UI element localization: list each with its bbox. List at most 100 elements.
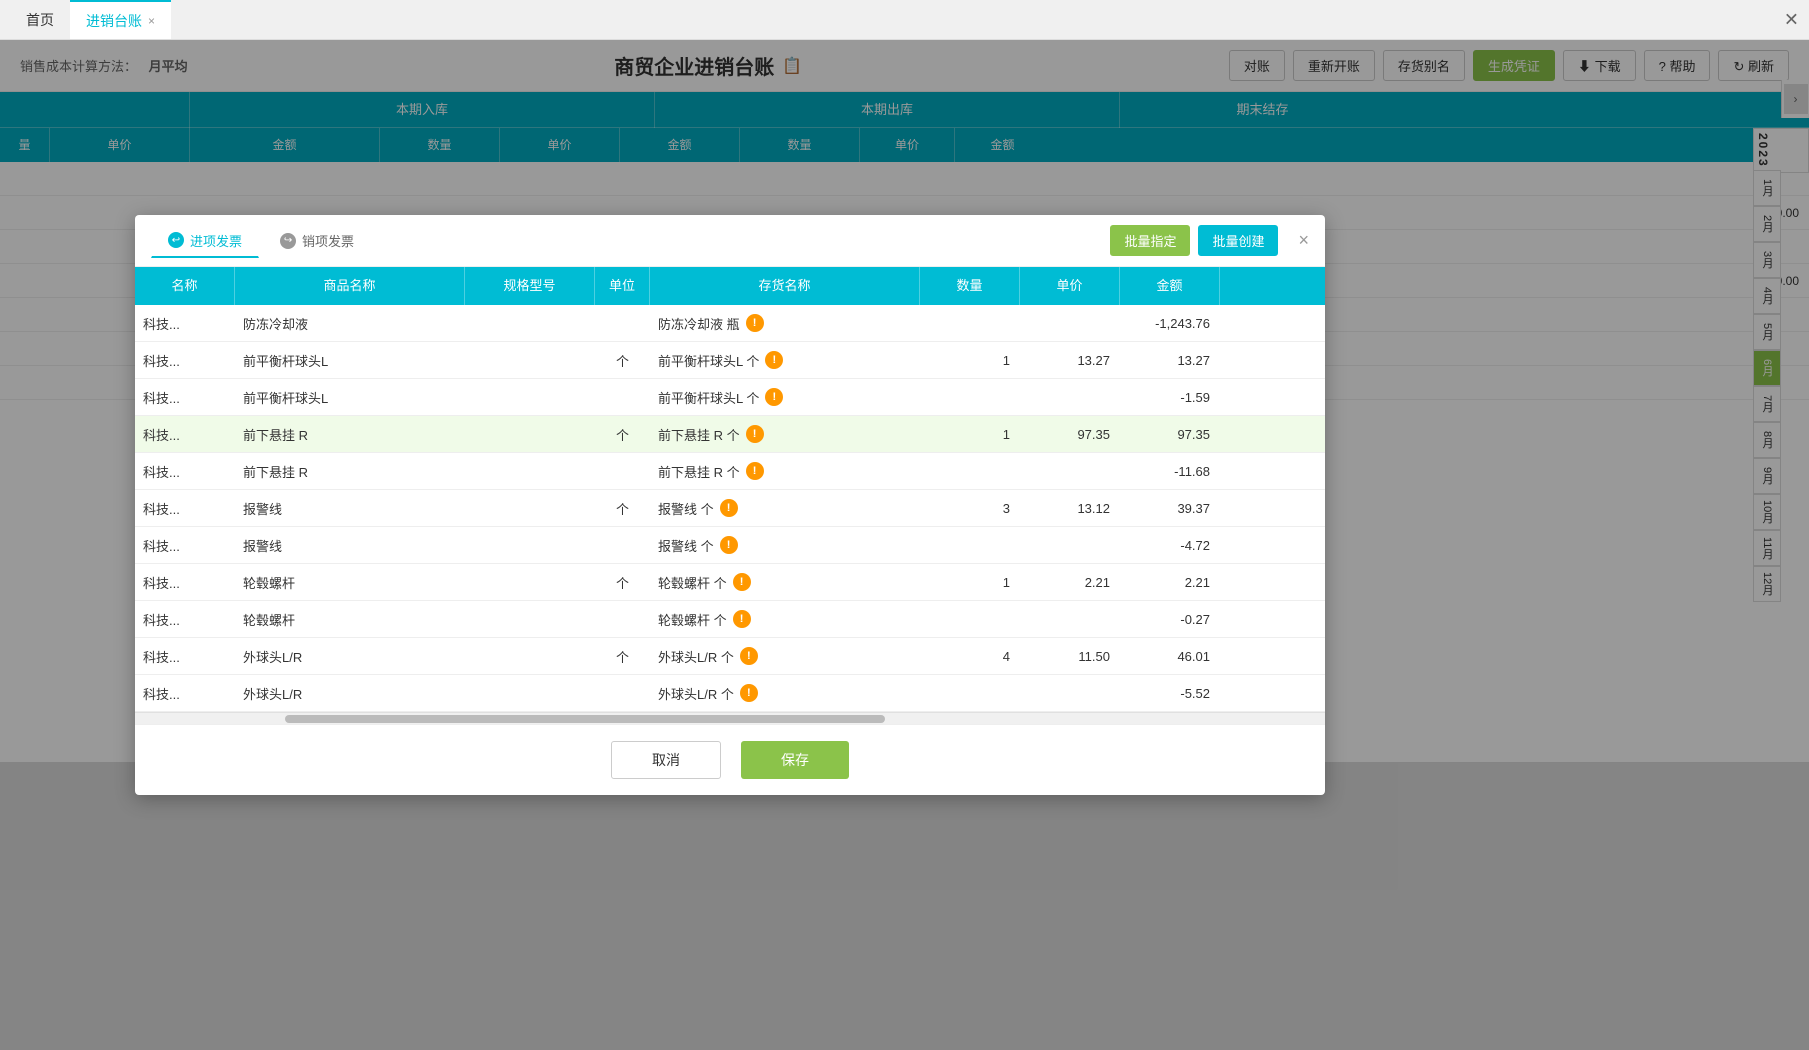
- warning-icon: !: [765, 388, 783, 406]
- top-bar: 首页 进销台账 × ✕: [0, 0, 1809, 40]
- table-row[interactable]: 科技... 外球头L/R 个 外球头L/R 个 ! 4 11.50 46.01: [135, 638, 1325, 675]
- tab-home[interactable]: 首页: [10, 0, 70, 39]
- td-unit: 个: [595, 351, 650, 370]
- td-inventory: 轮毂螺杆 个 !: [650, 573, 920, 592]
- th-unit: 单位: [595, 267, 650, 305]
- warning-icon: !: [765, 351, 783, 369]
- th-product-name: 商品名称: [235, 267, 465, 305]
- warning-icon: !: [720, 536, 738, 554]
- td-inventory: 外球头L/R 个 !: [650, 647, 920, 666]
- sales-tab-label: 销项发票: [302, 231, 354, 250]
- table-row[interactable]: 科技... 报警线 报警线 个 ! -4.72: [135, 527, 1325, 564]
- window-close-button[interactable]: ✕: [1784, 9, 1799, 30]
- td-amount: 46.01: [1120, 649, 1220, 664]
- table-row[interactable]: 科技... 前平衡杆球头L 前平衡杆球头L 个 ! -1.59: [135, 379, 1325, 416]
- tab-purchase-invoice[interactable]: ↩ 进项发票: [151, 224, 259, 258]
- batch-create-button[interactable]: 批量创建: [1198, 225, 1278, 256]
- td-quantity: 4: [920, 649, 1020, 664]
- modal-table-body: 科技... 防冻冷却液 防冻冷却液 瓶 ! -1,243.76 科技... 前平…: [135, 305, 1325, 712]
- td-name: 科技...: [135, 536, 235, 555]
- td-name: 科技...: [135, 573, 235, 592]
- td-unit: 个: [595, 647, 650, 666]
- td-name: 科技...: [135, 425, 235, 444]
- inventory-text: 外球头L/R 个: [658, 647, 734, 666]
- td-price: 13.12: [1020, 501, 1120, 516]
- td-amount: 13.27: [1120, 353, 1220, 368]
- td-name: 科技...: [135, 610, 235, 629]
- inventory-text: 前平衡杆球头L 个: [658, 351, 759, 370]
- purchase-tab-label: 进项发票: [190, 231, 242, 250]
- table-row[interactable]: 科技... 防冻冷却液 防冻冷却液 瓶 ! -1,243.76: [135, 305, 1325, 342]
- table-row[interactable]: 科技... 前平衡杆球头L 个 前平衡杆球头L 个 ! 1 13.27 13.2…: [135, 342, 1325, 379]
- warning-icon: !: [746, 425, 764, 443]
- table-row[interactable]: 科技... 报警线 个 报警线 个 ! 3 13.12 39.37: [135, 490, 1325, 527]
- td-product: 外球头L/R: [235, 647, 465, 666]
- inventory-text: 轮毂螺杆 个: [658, 573, 727, 592]
- save-button[interactable]: 保存: [741, 741, 849, 779]
- modal-table-header: 名称 商品名称 规格型号 单位 存货名称 数量 单价 金额: [135, 267, 1325, 305]
- batch-assign-button[interactable]: 批量指定: [1110, 225, 1190, 256]
- td-inventory: 报警线 个 !: [650, 536, 920, 555]
- th-unit-price: 单价: [1020, 267, 1120, 305]
- modal-close-button[interactable]: ×: [1298, 230, 1309, 251]
- th-amount: 金额: [1120, 267, 1220, 305]
- modal-horizontal-scrollbar[interactable]: [135, 712, 1325, 724]
- inventory-text: 前平衡杆球头L 个: [658, 388, 759, 407]
- tab-home-label: 首页: [26, 10, 54, 30]
- modal-actions: 批量指定 批量创建: [1110, 225, 1278, 256]
- td-name: 科技...: [135, 647, 235, 666]
- td-price: 2.21: [1020, 575, 1120, 590]
- table-row[interactable]: 科技... 前下悬挂 R 个 前下悬挂 R 个 ! 1 97.35 97.35: [135, 416, 1325, 453]
- td-inventory: 防冻冷却液 瓶 !: [650, 314, 920, 333]
- td-amount: 2.21: [1120, 575, 1220, 590]
- th-inventory-name: 存货名称: [650, 267, 920, 305]
- table-row[interactable]: 科技... 前下悬挂 R 前下悬挂 R 个 ! -11.68: [135, 453, 1325, 490]
- table-row[interactable]: 科技... 轮毂螺杆 个 轮毂螺杆 个 ! 1 2.21 2.21: [135, 564, 1325, 601]
- td-quantity: 1: [920, 575, 1020, 590]
- td-name: 科技...: [135, 499, 235, 518]
- inventory-text: 报警线 个: [658, 536, 714, 555]
- td-product: 防冻冷却液: [235, 314, 465, 333]
- td-amount: -11.68: [1120, 464, 1220, 479]
- td-amount: -0.27: [1120, 612, 1220, 627]
- th-name: 名称: [135, 267, 235, 305]
- purchase-tab-icon: ↩: [168, 232, 184, 248]
- td-inventory: 轮毂螺杆 个 !: [650, 610, 920, 629]
- tab-ledger-close[interactable]: ×: [148, 14, 155, 28]
- warning-icon: !: [733, 573, 751, 591]
- inventory-text: 报警线 个: [658, 499, 714, 518]
- td-name: 科技...: [135, 314, 235, 333]
- td-amount: 39.37: [1120, 501, 1220, 516]
- td-price: 11.50: [1020, 649, 1120, 664]
- td-inventory: 前平衡杆球头L 个 !: [650, 388, 920, 407]
- td-product: 报警线: [235, 499, 465, 518]
- td-quantity: 3: [920, 501, 1020, 516]
- td-product: 轮毂螺杆: [235, 573, 465, 592]
- table-row[interactable]: 科技... 轮毂螺杆 轮毂螺杆 个 ! -0.27: [135, 601, 1325, 638]
- td-amount: 97.35: [1120, 427, 1220, 442]
- td-name: 科技...: [135, 351, 235, 370]
- modal-tabs: ↩ 进项发票 ↪ 销项发票: [151, 224, 371, 258]
- td-unit: 个: [595, 573, 650, 592]
- td-product: 前平衡杆球头L: [235, 351, 465, 370]
- td-quantity: 1: [920, 427, 1020, 442]
- invoice-modal: ↩ 进项发票 ↪ 销项发票 批量指定 批量创建 × 名称 商: [135, 215, 1325, 795]
- cancel-button[interactable]: 取消: [611, 741, 721, 779]
- warning-icon: !: [740, 684, 758, 702]
- tab-ledger[interactable]: 进销台账 ×: [70, 0, 171, 39]
- scrollbar-thumb[interactable]: [285, 715, 885, 723]
- modal-footer: 取消 保存: [135, 724, 1325, 795]
- td-product: 前平衡杆球头L: [235, 388, 465, 407]
- sales-tab-icon: ↪: [280, 233, 296, 249]
- th-spec: 规格型号: [465, 267, 595, 305]
- inventory-text: 轮毂螺杆 个: [658, 610, 727, 629]
- td-product: 报警线: [235, 536, 465, 555]
- inventory-text: 防冻冷却液 瓶: [658, 314, 740, 333]
- table-row[interactable]: 科技... 外球头L/R 外球头L/R 个 ! -5.52: [135, 675, 1325, 712]
- td-inventory: 前平衡杆球头L 个 !: [650, 351, 920, 370]
- inventory-text: 外球头L/R 个: [658, 684, 734, 703]
- tab-ledger-label: 进销台账: [86, 11, 142, 31]
- td-inventory: 前下悬挂 R 个 !: [650, 425, 920, 444]
- tab-sales-invoice[interactable]: ↪ 销项发票: [263, 224, 371, 258]
- td-amount: -5.52: [1120, 686, 1220, 701]
